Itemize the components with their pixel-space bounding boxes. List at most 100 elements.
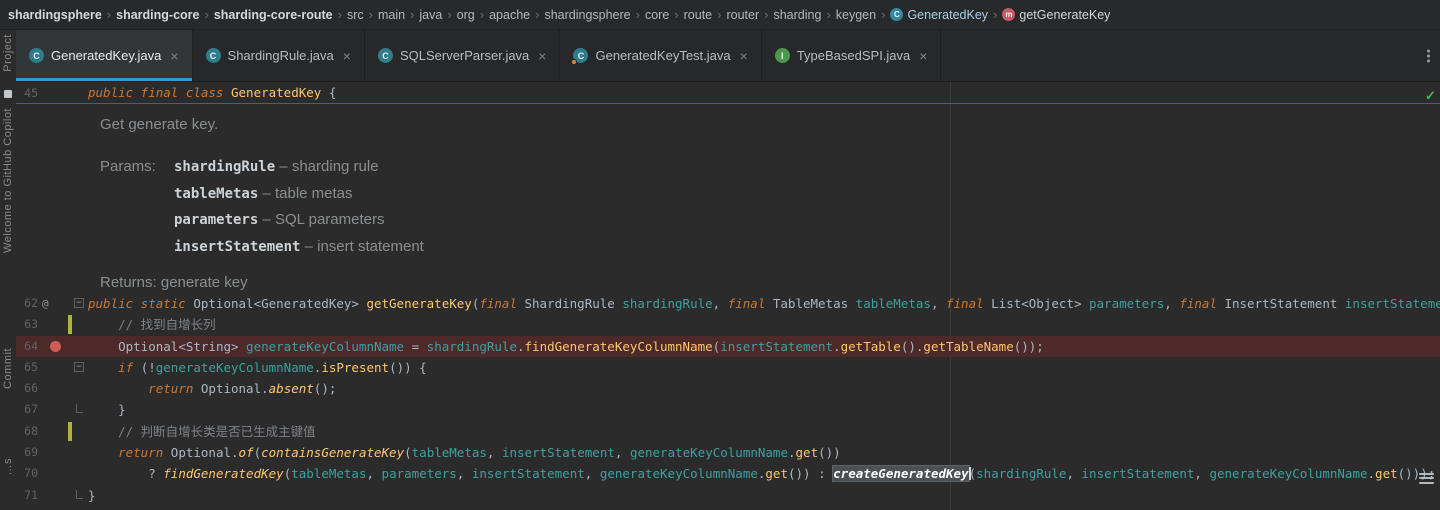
doc-param: insertStatement – insert statement	[100, 234, 424, 261]
line-number: 45	[24, 86, 38, 100]
breadcrumb-item-keygen[interactable]: keygen	[836, 8, 876, 22]
token: {	[321, 85, 337, 100]
breadcrumb-label: src	[346, 7, 364, 22]
breadcrumb-item-src[interactable]: src	[347, 8, 364, 22]
close-icon[interactable]: ×	[740, 48, 748, 64]
tab-options-kebab-icon[interactable]	[1425, 45, 1432, 66]
code-lines: 62 @ − public static Optional<GeneratedKey>…	[16, 293, 1440, 506]
code-text: // 判断自增长类是否已生成主键值	[88, 421, 316, 442]
close-icon[interactable]: ×	[343, 48, 351, 64]
token: .	[787, 445, 796, 461]
token: (	[253, 445, 262, 461]
token: return	[148, 381, 201, 397]
token: ,	[456, 466, 472, 482]
breadcrumb-item-sharding[interactable]: sharding	[773, 8, 821, 22]
line-number: 69	[24, 445, 38, 460]
token: insertStatement	[1344, 296, 1440, 311]
code-line-70: 70 ? findGeneratedKey(tableMetas, parame…	[16, 463, 1440, 484]
editor-hamburger-icon[interactable]	[1419, 470, 1434, 486]
toolwindow-button-Welcome to GitHub Copilot[interactable]: Welcome to GitHub Copilot	[2, 108, 14, 253]
copilot-icon	[4, 90, 12, 98]
breadcrumb-item-sharding-core-route[interactable]: sharding-core-route	[214, 8, 333, 22]
breadcrumb-separator: ›	[674, 7, 679, 22]
toolwindow-button-Project[interactable]: Project	[2, 34, 14, 72]
breadcrumb-item-shardingsphere[interactable]: shardingsphere	[8, 8, 102, 22]
fold-icon[interactable]: −	[74, 361, 84, 372]
code-text: ? findGeneratedKey(tableMetas, parameter…	[88, 463, 1435, 484]
breadcrumb-separator: ›	[410, 7, 415, 22]
breadcrumb-item-getGenerateKey[interactable]: m getGenerateKey	[1002, 8, 1110, 22]
code-text: return Optional.absent();	[88, 378, 336, 399]
token: Optional<GeneratedKey>	[193, 296, 367, 311]
breakpoint-icon[interactable]	[50, 340, 61, 352]
code-line-67: 67 }	[16, 399, 1440, 420]
editor-tab-bar: C GeneratedKey.java × C ShardingRule.java × C S…	[16, 30, 1440, 82]
close-icon[interactable]: ×	[170, 48, 178, 64]
breadcrumb-item-GeneratedKey[interactable]: C GeneratedKey	[890, 8, 988, 22]
vcs-change-marker	[68, 315, 72, 335]
breadcrumb-separator: ›	[717, 7, 722, 22]
token: parameters	[1089, 296, 1165, 311]
doc-summary: Get generate key.	[100, 116, 219, 133]
sticky-class-line: 45 public final class GeneratedKey {	[16, 82, 1440, 104]
token: isPresent	[321, 359, 390, 375]
close-icon[interactable]: ×	[919, 48, 927, 64]
code-editor[interactable]: 45 public final class GeneratedKey { Get…	[16, 82, 1440, 510]
token: ,	[712, 296, 728, 311]
breadcrumb-separator: ›	[368, 7, 373, 22]
tab-label: GeneratedKey.java	[51, 48, 162, 63]
breadcrumb-item-java[interactable]: java	[419, 8, 442, 22]
class-icon: C	[377, 48, 393, 63]
token: return	[118, 445, 171, 461]
code-text: if (!generateKeyColumnName.isPresent()) …	[88, 357, 427, 378]
breadcrumb-label: getGenerateKey	[1019, 7, 1111, 22]
token: ()) {	[389, 359, 427, 375]
token: getGenerateKey	[366, 296, 472, 311]
breadcrumb-label: router	[726, 7, 760, 22]
breadcrumb-item-main[interactable]: main	[378, 8, 405, 22]
token: InsertStatement	[1224, 296, 1345, 311]
breadcrumb-item-route[interactable]: route	[684, 8, 713, 22]
tab-label: ShardingRule.java	[227, 48, 334, 63]
token: containsGenerateKey	[261, 445, 405, 461]
fold-end-icon[interactable]	[76, 489, 83, 499]
token: }	[88, 487, 96, 503]
fold-end-icon[interactable]	[76, 404, 83, 414]
token: shardingRule	[426, 338, 517, 354]
token: get	[765, 466, 788, 482]
close-icon[interactable]: ×	[538, 48, 546, 64]
line-number: 65	[24, 359, 38, 374]
breadcrumb-label: shardingsphere	[544, 7, 631, 22]
breadcrumb-item-shardingsphere[interactable]: shardingsphere	[544, 8, 630, 22]
breadcrumb-separator: ›	[826, 7, 831, 22]
fold-icon[interactable]: −	[74, 298, 84, 308]
param-name: parameters	[174, 212, 259, 228]
breadcrumb-item-sharding-core[interactable]: sharding-core	[116, 8, 199, 22]
toolwindow-button-Commit[interactable]: Commit	[2, 348, 14, 389]
breadcrumb-item-router[interactable]: router	[726, 8, 759, 22]
line-number: 63	[24, 317, 38, 332]
toolwindow-button-…s[interactable]: …s	[2, 458, 14, 476]
inspections-ok-icon[interactable]: ✓	[1425, 88, 1436, 104]
tab-SQLServerParser.java[interactable]: C SQLServerParser.java ×	[365, 30, 561, 81]
breadcrumb-label: main	[377, 7, 406, 22]
tab-ShardingRule.java[interactable]: C ShardingRule.java ×	[193, 30, 365, 81]
line-number: 71	[24, 487, 38, 502]
doc-returns: Returns: generate key	[100, 272, 424, 293]
token: if	[118, 359, 141, 375]
returns-text: generate key	[160, 274, 248, 291]
tab-GeneratedKeyTest.java[interactable]: C GeneratedKeyTest.java ×	[560, 30, 762, 81]
breadcrumb-item-apache[interactable]: apache	[489, 8, 530, 22]
breadcrumb-item-core[interactable]: core	[645, 8, 669, 22]
tab-GeneratedKey.java[interactable]: C GeneratedKey.java ×	[16, 30, 193, 81]
ide-window: shardingsphere › sharding-core › sharding-co…	[0, 0, 1440, 510]
line-number: 67	[24, 402, 38, 417]
code-text: }	[88, 399, 126, 420]
breadcrumb-separator: ›	[764, 7, 769, 22]
breadcrumb-label: sharding-core	[116, 7, 200, 22]
breadcrumb-item-org[interactable]: org	[457, 8, 475, 22]
tab-TypeBasedSPI.java[interactable]: I TypeBasedSPI.java ×	[762, 30, 942, 81]
annotation-gutter-icon: @	[42, 297, 49, 310]
token: getTable	[840, 338, 901, 354]
